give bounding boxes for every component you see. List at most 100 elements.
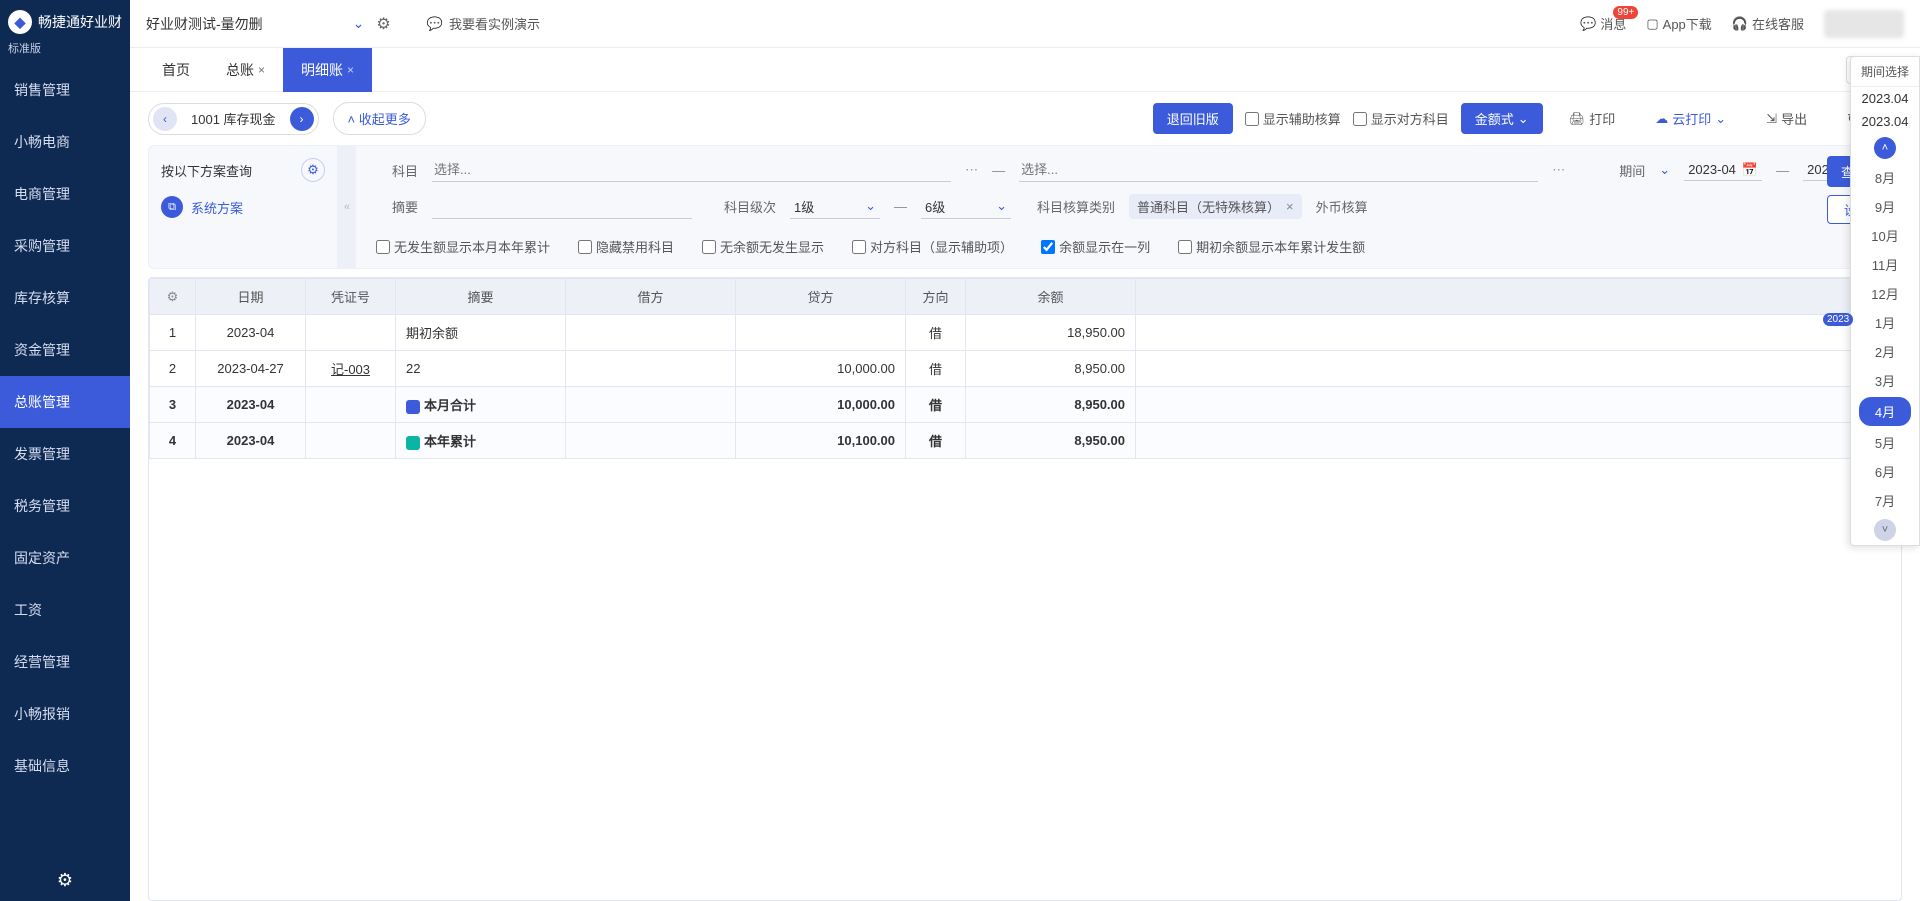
brand-edition: 标准版 [0, 40, 130, 64]
period-month-10月[interactable]: 10月 [1851, 221, 1919, 250]
sidebar-item-8[interactable]: 税务管理 [0, 480, 130, 532]
calendar-icon: 📅 [1742, 162, 1758, 178]
panel-collapse-handle[interactable]: « [338, 145, 356, 269]
check-no-balance-no-occur[interactable]: 无余额无发生显示 [702, 237, 824, 256]
period-month-9月[interactable]: 9月 [1851, 192, 1919, 221]
export-button[interactable]: ⇲ 导出 [1752, 103, 1821, 134]
check-opposite-aux[interactable]: 对方科目（显示辅助项） [852, 237, 1013, 256]
account-next-icon[interactable]: › [290, 107, 314, 131]
chevron-up-icon: ˄ [348, 112, 359, 127]
print-button[interactable]: 🖨 打印 [1555, 103, 1630, 134]
sidebar-item-13[interactable]: 基础信息 [0, 740, 130, 792]
more-icon[interactable]: ⋯ [965, 162, 978, 178]
category-foreign[interactable]: 外币核算 [1316, 197, 1368, 216]
period-from-field[interactable]: 2023-04📅 [1684, 160, 1762, 181]
chevron-down-icon[interactable]: ⌄ [1659, 162, 1670, 178]
voucher-link[interactable]: 记-003 [331, 362, 370, 377]
scroll-up-icon[interactable]: ˄ [1874, 137, 1896, 159]
period-month-12月[interactable]: 12月 [1851, 279, 1919, 308]
sidebar-item-11[interactable]: 经营管理 [0, 636, 130, 688]
toolbar: ‹ 1001 库存现金 › ˄ 收起更多 退回旧版 显示辅助核算 显示对方科目 … [130, 92, 1920, 145]
headset-icon: 🎧 [1732, 16, 1748, 32]
sidebar-item-3[interactable]: 采购管理 [0, 220, 130, 272]
filter-scheme-panel: 按以下方案查询 ⚙ ⧉ 系统方案 [148, 145, 338, 269]
table-row[interactable]: 12023-04期初余额借18,950.00 [150, 315, 1901, 351]
show-opposite-checkbox[interactable]: 显示对方科目 [1353, 109, 1449, 128]
show-aux-checkbox[interactable]: 显示辅助核算 [1245, 109, 1341, 128]
sidebar-item-9[interactable]: 固定资产 [0, 532, 130, 584]
messages-action[interactable]: 💬 消息 99+ [1580, 14, 1626, 33]
sidebar-item-5[interactable]: 资金管理 [0, 324, 130, 376]
year-badge: 2023 [1823, 313, 1853, 326]
period-month-11月[interactable]: 11月 [1851, 250, 1919, 279]
scroll-down-icon[interactable]: ˅ [1874, 519, 1896, 541]
account-selector: ‹ 1001 库存现金 › [148, 103, 319, 135]
tab-2[interactable]: 明细账× [283, 48, 372, 92]
sidebar-item-7[interactable]: 发票管理 [0, 428, 130, 480]
account-current[interactable]: 1001 库存现金 [181, 109, 286, 128]
category-tag-normal[interactable]: 普通科目（无特殊核算）× [1129, 194, 1302, 219]
sidebar-settings-icon[interactable]: ⚙ [0, 860, 130, 901]
more-icon[interactable]: ⋯ [1552, 162, 1565, 178]
gear-column-icon[interactable]: ⚙ [150, 279, 196, 315]
check-balance-one-col[interactable]: 余额显示在一列 [1041, 237, 1150, 256]
tenant-settings-icon[interactable]: ⚙ [376, 14, 390, 34]
scheme-settings-icon[interactable]: ⚙ [301, 158, 325, 182]
collapse-more-button[interactable]: ˄ 收起更多 [333, 102, 426, 135]
check-opening-year[interactable]: 期初余额显示本年累计发生额 [1178, 237, 1365, 256]
period-year-to[interactable]: 2023.04 [1851, 110, 1919, 133]
summary-input[interactable] [432, 195, 692, 219]
tag-close-icon[interactable]: × [1286, 199, 1294, 214]
subject-to-input[interactable] [1019, 158, 1538, 182]
amount-style-button[interactable]: 金额式 ⌄ [1461, 103, 1543, 134]
scheme-item-system[interactable]: ⧉ 系统方案 [161, 196, 325, 218]
speech-icon: 💬 [427, 16, 443, 32]
check-no-occur-year[interactable]: 无发生额显示本月本年累计 [376, 237, 550, 256]
period-month-3月[interactable]: 3月 [1851, 366, 1919, 395]
brand: ◆ 畅捷通好业财 [0, 0, 130, 40]
period-month-5月[interactable]: 5月 [1851, 428, 1919, 457]
period-month-2月[interactable]: 2月 [1851, 337, 1919, 366]
period-month-1月[interactable]: 1月2023 [1851, 308, 1919, 337]
level-from-select[interactable]: 1级⌄ [790, 195, 880, 219]
period-month-8月[interactable]: 8月 [1851, 163, 1919, 192]
level-to-select[interactable]: 6级⌄ [921, 195, 1011, 219]
sidebar-item-12[interactable]: 小畅报销 [0, 688, 130, 740]
account-prev-icon[interactable]: ‹ [153, 107, 177, 131]
period-month-6月[interactable]: 6月 [1851, 457, 1919, 486]
subject-from-input[interactable] [432, 158, 951, 182]
period-month-4月[interactable]: 4月 [1859, 397, 1911, 426]
chevron-down-icon: ⌄ [1715, 111, 1726, 127]
table-row[interactable]: 32023-04本月合计10,000.00借8,950.00 [150, 387, 1901, 423]
support-action[interactable]: 🎧 在线客服 [1732, 14, 1804, 33]
tab-0[interactable]: 首页 [144, 48, 208, 92]
period-picker: 期间选择 2023.04 2023.04 ˄ 8月9月10月11月12月1月20… [1850, 56, 1920, 546]
cloud-print-button[interactable]: ☁ 云打印 ⌄ [1641, 103, 1740, 134]
brand-name: 畅捷通好业财 [38, 12, 122, 32]
period-year-from[interactable]: 2023.04 [1851, 87, 1919, 110]
sidebar-item-4[interactable]: 库存核算 [0, 272, 130, 324]
check-hide-disabled[interactable]: 隐藏禁用科目 [578, 237, 674, 256]
demo-link[interactable]: 💬 我要看实例演示 [427, 14, 540, 33]
tab-close-icon[interactable]: × [347, 63, 354, 77]
sidebar-item-1[interactable]: 小畅电商 [0, 116, 130, 168]
sidebar-item-10[interactable]: 工资 [0, 584, 130, 636]
return-old-button[interactable]: 退回旧版 [1153, 103, 1233, 134]
avatar[interactable] [1824, 10, 1904, 38]
sidebar-item-0[interactable]: 销售管理 [0, 64, 130, 116]
sidebar-item-6[interactable]: 总账管理 [0, 376, 130, 428]
tab-close-icon[interactable]: × [258, 63, 265, 77]
table-row[interactable]: 42023-04本年累计10,100.00借8,950.00 [150, 423, 1901, 459]
chevron-down-icon: ⌄ [996, 198, 1007, 214]
chevron-down-icon: ⌄ [353, 15, 365, 32]
tab-1[interactable]: 总账× [208, 48, 283, 92]
sidebar-item-2[interactable]: 电商管理 [0, 168, 130, 220]
export-icon: ⇲ [1766, 111, 1777, 127]
table-row[interactable]: 22023-04-27记-0032210,000.00借8,950.00 [150, 351, 1901, 387]
tenant-selector[interactable]: 好业财测试-量勿删 ⌄ [146, 14, 364, 34]
tenant-name: 好业财测试-量勿删 [146, 14, 263, 34]
period-month-7月[interactable]: 7月 [1851, 486, 1919, 515]
app-download-action[interactable]: ▢ App下载 [1646, 14, 1711, 33]
message-icon: 💬 [1580, 16, 1596, 32]
demo-label: 我要看实例演示 [449, 14, 540, 33]
